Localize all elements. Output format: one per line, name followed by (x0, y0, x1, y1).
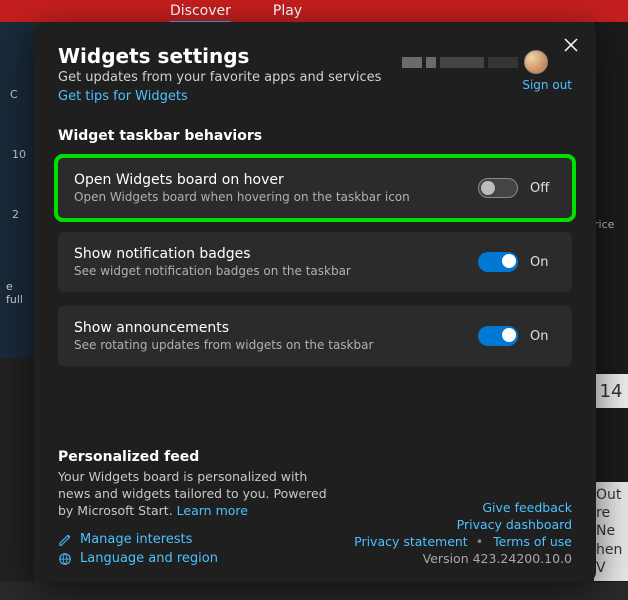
globe-icon (58, 552, 72, 566)
account-area (402, 50, 548, 74)
toggle-notification-badges[interactable] (478, 252, 518, 272)
footer-links: Give feedback Privacy dashboard Privacy … (352, 498, 572, 566)
toggle-state-label: Off (530, 181, 556, 196)
version-label: Version 423.24200.10.0 (352, 551, 572, 566)
option-desc: See widget notification badges on the ta… (74, 264, 478, 278)
sign-out-link[interactable]: Sign out (522, 78, 572, 92)
tips-link[interactable]: Get tips for Widgets (58, 89, 188, 104)
option-title: Show notification badges (74, 246, 478, 262)
bg-tab-discover[interactable]: Discover (170, 3, 231, 24)
pencil-icon (58, 533, 72, 547)
option-title: Show announcements (74, 320, 478, 336)
learn-more-link[interactable]: Learn more (177, 503, 248, 518)
toggle-state-label: On (530, 329, 556, 344)
option-desc: See rotating updates from widgets on the… (74, 338, 478, 352)
option-open-on-hover: Open Widgets board on hover Open Widgets… (58, 158, 572, 218)
bg-left-strip: C 10 2 e full (0, 22, 34, 582)
widgets-settings-modal: Widgets settings Get updates from your f… (34, 22, 596, 582)
give-feedback-link[interactable]: Give feedback (482, 500, 572, 515)
option-notification-badges: Show notification badges See widget noti… (58, 232, 572, 292)
toggle-announcements[interactable] (478, 326, 518, 346)
toggle-open-on-hover[interactable] (478, 178, 518, 198)
option-desc: Open Widgets board when hovering on the … (74, 190, 478, 204)
bg-tabs: Discover Play (170, 3, 302, 24)
account-name-placeholder (402, 57, 518, 68)
close-button[interactable] (558, 32, 584, 58)
personalized-feed-heading: Personalized feed (58, 449, 332, 465)
manage-interests-link[interactable]: Manage interests (58, 532, 332, 547)
close-icon (564, 38, 578, 52)
option-announcements: Show announcements See rotating updates … (58, 306, 572, 366)
bg-tab-play[interactable]: Play (273, 3, 302, 24)
language-region-link[interactable]: Language and region (58, 551, 332, 566)
privacy-statement-link[interactable]: Privacy statement (354, 534, 468, 549)
bg-right-strip: rice 14 Out re Ne hen V (594, 22, 628, 582)
privacy-dashboard-link[interactable]: Privacy dashboard (457, 517, 572, 532)
toggle-state-label: On (530, 255, 556, 270)
page-subtitle: Get updates from your favorite apps and … (58, 70, 402, 85)
personalized-feed-desc: Your Widgets board is personalized with … (58, 469, 332, 520)
section-heading-behaviors: Widget taskbar behaviors (58, 128, 572, 144)
avatar[interactable] (524, 50, 548, 74)
page-title: Widgets settings (58, 44, 402, 68)
terms-of-use-link[interactable]: Terms of use (493, 534, 572, 549)
option-title: Open Widgets board on hover (74, 172, 478, 188)
